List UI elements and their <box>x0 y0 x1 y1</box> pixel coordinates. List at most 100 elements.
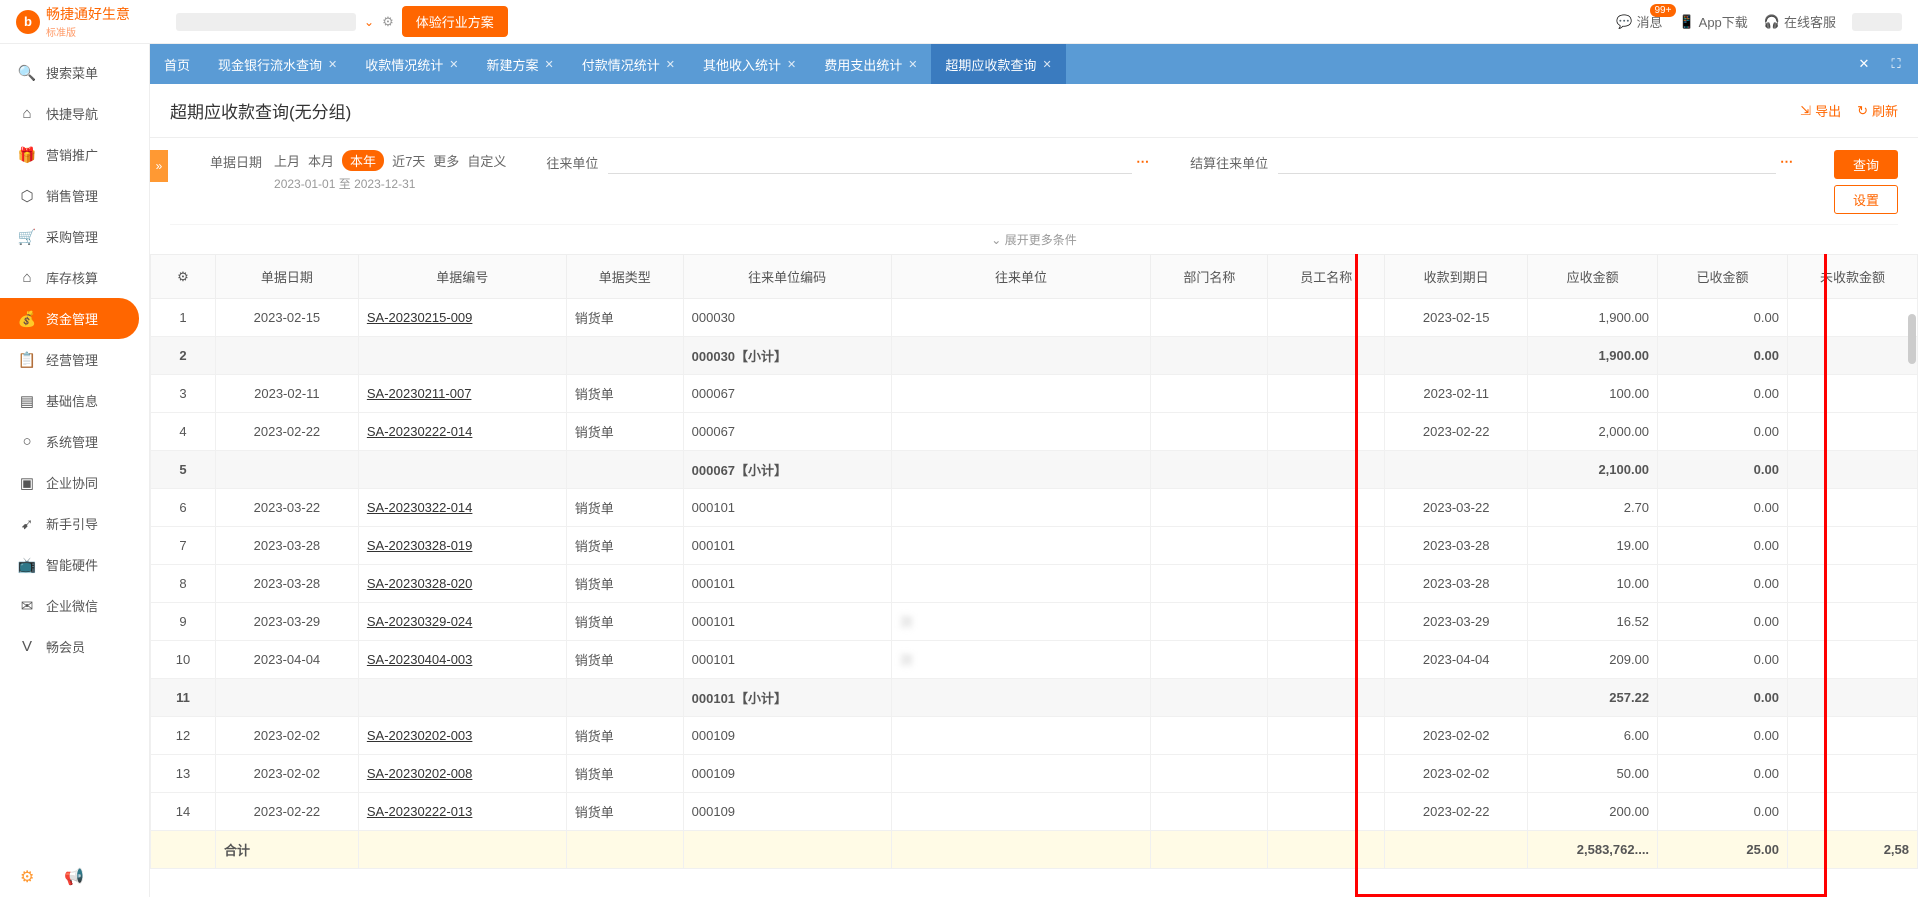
doc-link[interactable]: SA-20230202-003 <box>367 728 473 743</box>
close-all-tabs-button[interactable]: ✕ <box>1850 50 1878 78</box>
fullscreen-button[interactable]: ⛶ <box>1882 50 1910 78</box>
expand-more-button[interactable]: ⌄ 展开更多条件 <box>170 224 1898 254</box>
table-row[interactable]: 1 2023-02-15 SA-20230215-009 销货单 000030 … <box>151 299 1918 337</box>
party-more-icon[interactable]: ⋯ <box>1136 154 1150 170</box>
tab[interactable]: 其他收入统计✕ <box>689 44 810 84</box>
close-icon[interactable]: ✕ <box>666 58 675 71</box>
table-header-cell[interactable]: 收款到期日 <box>1385 255 1528 299</box>
refresh-button[interactable]: ↻ 刷新 <box>1857 101 1898 120</box>
tab[interactable]: 现金银行流水查询✕ <box>204 44 351 84</box>
table-row[interactable]: 7 2023-03-28 SA-20230328-019 销货单 000101 … <box>151 527 1918 565</box>
close-icon[interactable]: ✕ <box>787 58 796 71</box>
date-shortcut[interactable]: 自定义 <box>467 151 506 170</box>
doc-link[interactable]: SA-20230211-007 <box>367 386 472 401</box>
filter-settings-button[interactable]: 设置 <box>1834 185 1898 214</box>
sidebar-item-funds[interactable]: 💰资金管理 <box>0 298 139 339</box>
sidebar-item-purchase[interactable]: 🛒采购管理 <box>0 216 149 257</box>
collapse-filter-button[interactable]: » <box>150 150 168 182</box>
tab[interactable]: 超期应收款查询✕ <box>931 44 1065 84</box>
table-row[interactable]: 8 2023-03-28 SA-20230328-020 销货单 000101 … <box>151 565 1918 603</box>
table-header-cell[interactable]: 员工名称 <box>1268 255 1385 299</box>
close-icon[interactable]: ✕ <box>328 58 337 71</box>
table-row[interactable]: 4 2023-02-22 SA-20230222-014 销货单 000067 … <box>151 413 1918 451</box>
sidebar-item-wechat[interactable]: ✉企业微信 <box>0 585 149 626</box>
doc-link[interactable]: SA-20230328-020 <box>367 576 473 591</box>
table-header-cell[interactable]: 未收款金额 <box>1787 255 1917 299</box>
company-area: ⌄ ⚙ 体验行业方案 <box>176 6 508 37</box>
table-header-cell[interactable]: 往来单位 <box>891 255 1151 299</box>
table-row[interactable]: 11 000101【小计】 257.22 0.00 <box>151 679 1918 717</box>
tab-label: 付款情况统计 <box>582 55 660 74</box>
party-input[interactable] <box>608 150 1132 174</box>
date-shortcut[interactable]: 更多 <box>433 151 459 170</box>
app-download-button[interactable]: 📱 App下载 <box>1678 12 1747 31</box>
close-icon[interactable]: ✕ <box>449 58 458 71</box>
sidebar-item-guide[interactable]: ➹新手引导 <box>0 503 149 544</box>
sidebar-item-search-menu[interactable]: 🔍搜索菜单 <box>0 52 149 93</box>
sidebar-item-operation[interactable]: 📋经营管理 <box>0 339 149 380</box>
table-header-cell[interactable]: 单据日期 <box>215 255 358 299</box>
message-button[interactable]: 💬 消息 99+ <box>1616 12 1662 31</box>
doc-link[interactable]: SA-20230328-019 <box>367 538 473 553</box>
sidebar-item-enterprise[interactable]: ▣企业协同 <box>0 462 149 503</box>
table-header-cell[interactable]: 往来单位编码 <box>683 255 891 299</box>
table-header-cell[interactable]: 单据类型 <box>566 255 683 299</box>
gear-icon[interactable]: ⚙ <box>177 269 189 284</box>
chevron-down-icon[interactable]: ⌄ <box>364 15 374 29</box>
sidebar-item-base-info[interactable]: ▤基础信息 <box>0 380 149 421</box>
table-row[interactable]: 9 2023-03-29 SA-20230329-024 销货单 000101 … <box>151 603 1918 641</box>
avatar[interactable] <box>1852 13 1902 31</box>
sidebar-item-hardware[interactable]: 📺智能硬件 <box>0 544 149 585</box>
tab[interactable]: 费用支出统计✕ <box>810 44 931 84</box>
tab[interactable]: 收款情况统计✕ <box>351 44 472 84</box>
settle-party-input[interactable] <box>1278 150 1776 174</box>
export-button[interactable]: ⇲ 导出 <box>1800 101 1841 120</box>
doc-link[interactable]: SA-20230202-008 <box>367 766 473 781</box>
settings-gear-icon[interactable]: ⚙ <box>20 867 34 887</box>
search-button[interactable]: 查询 <box>1834 150 1898 179</box>
date-shortcut[interactable]: 本年 <box>342 150 384 171</box>
table-row[interactable]: 10 2023-04-04 SA-20230404-003 销货单 000101… <box>151 641 1918 679</box>
table-header-cell[interactable]: 已收金额 <box>1658 255 1788 299</box>
date-shortcut[interactable]: 上月 <box>274 151 300 170</box>
date-shortcut[interactable]: 近7天 <box>392 151 425 170</box>
table-row[interactable]: 2 000030【小计】 1,900.00 0.00 <box>151 337 1918 375</box>
tab[interactable]: 付款情况统计 ✕ <box>568 44 689 84</box>
table-header-cell[interactable]: 单据编号 <box>358 255 566 299</box>
tab[interactable]: 新建方案✕ <box>472 44 567 84</box>
tab[interactable]: 首页 <box>150 44 204 84</box>
table-header-cell[interactable]: 部门名称 <box>1151 255 1268 299</box>
close-icon[interactable]: ✕ <box>908 58 917 71</box>
gear-icon[interactable]: ⚙ <box>382 14 394 30</box>
doc-link[interactable]: SA-20230329-024 <box>367 614 473 629</box>
sidebar-item-label: 库存核算 <box>46 268 98 287</box>
doc-link[interactable]: SA-20230215-009 <box>367 310 473 325</box>
sidebar-item-system[interactable]: ○系统管理 <box>0 421 149 462</box>
scrollbar[interactable] <box>1908 314 1916 364</box>
table-row[interactable]: 12 2023-02-02 SA-20230202-003 销货单 000109… <box>151 717 1918 755</box>
close-icon[interactable]: ✕ <box>545 58 554 71</box>
table-row[interactable]: 14 2023-02-22 SA-20230222-013 销货单 000109… <box>151 793 1918 831</box>
sidebar-item-inventory[interactable]: ⌂库存核算 <box>0 257 149 298</box>
sidebar-item-quick-nav[interactable]: ⌂快捷导航 <box>0 93 149 134</box>
table-header-cell[interactable]: 应收金额 <box>1528 255 1658 299</box>
doc-link[interactable]: SA-20230322-014 <box>367 500 473 515</box>
table-row[interactable]: 13 2023-02-02 SA-20230202-008 销货单 000109… <box>151 755 1918 793</box>
table-row[interactable]: 6 2023-03-22 SA-20230322-014 销货单 000101 … <box>151 489 1918 527</box>
doc-link[interactable]: SA-20230222-014 <box>367 424 473 439</box>
doc-link[interactable]: SA-20230404-003 <box>367 652 473 667</box>
table-row[interactable]: 3 2023-02-11 SA-20230211-007 销货单 000067 … <box>151 375 1918 413</box>
online-service-button[interactable]: 🎧 在线客服 <box>1764 12 1836 31</box>
sidebar-item-vip[interactable]: V畅会员 <box>0 626 149 667</box>
table-header-cell[interactable]: ⚙ <box>151 255 216 299</box>
settle-more-icon[interactable]: ⋯ <box>1780 154 1794 170</box>
close-icon[interactable]: ✕ <box>1042 58 1051 71</box>
doc-link[interactable]: SA-20230222-013 <box>367 804 473 819</box>
sidebar-item-sales[interactable]: ⬡销售管理 <box>0 175 149 216</box>
experience-button[interactable]: 体验行业方案 <box>402 6 508 37</box>
sidebar-item-marketing[interactable]: 🎁营销推广 <box>0 134 149 175</box>
sound-icon[interactable]: 📢 <box>64 867 84 887</box>
table-row[interactable]: 5 000067【小计】 2,100.00 0.00 <box>151 451 1918 489</box>
sidebar-item-label: 企业微信 <box>46 596 98 615</box>
date-shortcut[interactable]: 本月 <box>308 151 334 170</box>
